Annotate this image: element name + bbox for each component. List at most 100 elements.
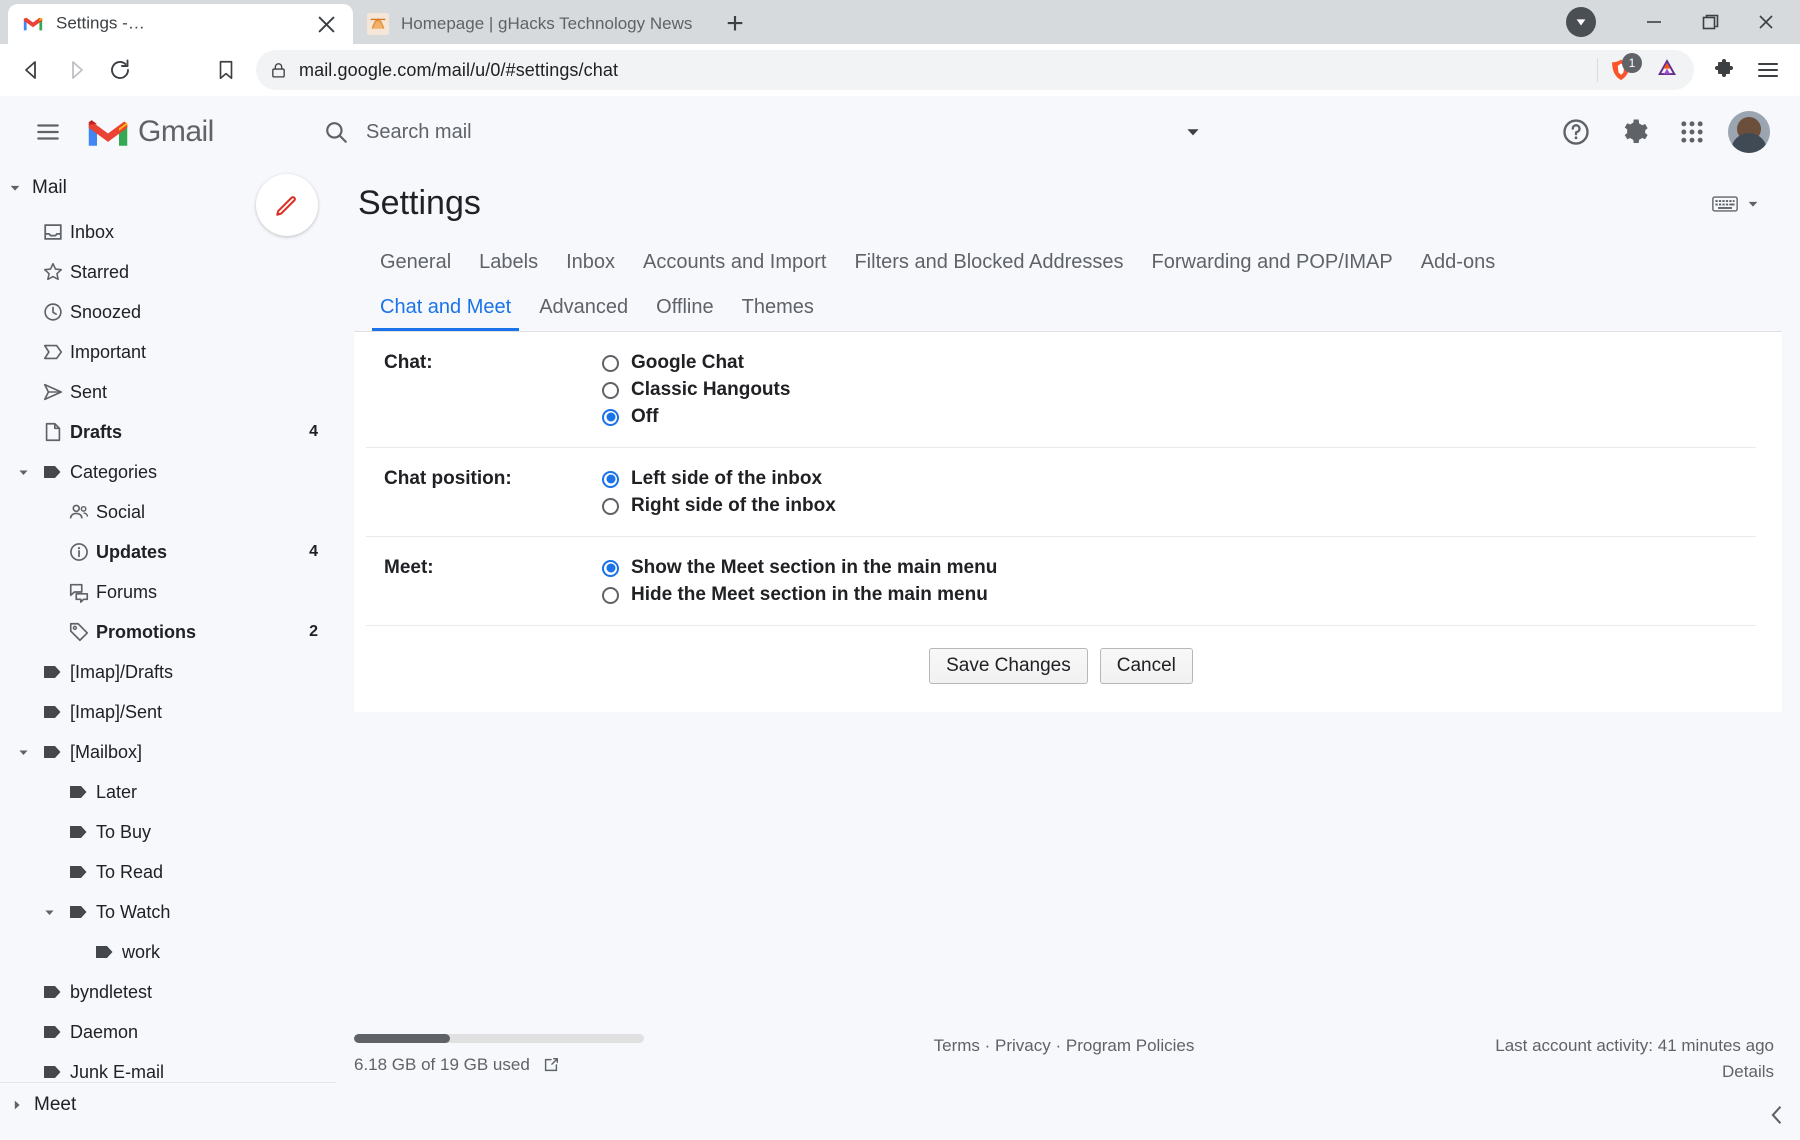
sidebar-item-imap-sent[interactable]: [Imap]/Sent	[0, 692, 336, 732]
sidebar-item-to-read[interactable]: To Read	[0, 852, 336, 892]
sidebar-item-byndletest[interactable]: byndletest	[0, 972, 336, 1012]
radio-button[interactable]	[602, 382, 619, 399]
tab-add-ons[interactable]: Add-ons	[1407, 241, 1510, 286]
tab-accounts-and-import[interactable]: Accounts and Import	[629, 241, 840, 286]
footer-link-terms[interactable]: Terms	[934, 1036, 980, 1055]
sidebar-item-imap-drafts[interactable]: [Imap]/Drafts	[0, 652, 336, 692]
sidebar-section-meet[interactable]: Meet	[0, 1082, 336, 1126]
radio-button[interactable]	[602, 498, 619, 515]
brave-rewards-icon[interactable]	[1566, 7, 1596, 37]
sidebar-item-mailbox[interactable]: [Mailbox]	[0, 732, 336, 772]
sidebar-item-starred[interactable]: Starred	[0, 252, 336, 292]
reload-icon[interactable]	[100, 50, 140, 90]
sidebar-item-social[interactable]: Social	[0, 492, 336, 532]
tab-advanced[interactable]: Advanced	[525, 286, 642, 331]
radio-button[interactable]	[602, 409, 619, 426]
chevron-down-icon[interactable]	[10, 466, 36, 479]
cancel-button[interactable]: Cancel	[1100, 648, 1193, 684]
close-icon[interactable]	[313, 11, 339, 37]
browser-menu-icon[interactable]	[1748, 50, 1788, 90]
sidebar-item-later[interactable]: Later	[0, 772, 336, 812]
back-icon[interactable]	[12, 50, 52, 90]
tab-offline[interactable]: Offline	[642, 286, 727, 331]
radio-button[interactable]	[602, 587, 619, 604]
setting-row-chat: Chat:Google ChatClassic HangoutsOff	[366, 332, 1756, 448]
search-input[interactable]: Search mail	[366, 121, 472, 144]
radio-option-chat-position-0[interactable]: Left side of the inbox	[602, 466, 1756, 492]
apps-grid-icon[interactable]	[1670, 110, 1714, 154]
browser-tab-settings[interactable]: Settings -	[8, 4, 353, 44]
address-bar[interactable]: mail.google.com/mail/u/0/#settings/chat …	[256, 50, 1694, 90]
window-maximize-button[interactable]	[1682, 0, 1738, 44]
sidebar-item-work[interactable]: work	[0, 932, 336, 972]
clock-icon	[36, 301, 70, 323]
details-link[interactable]: Details	[1444, 1062, 1774, 1082]
sidebar-nav[interactable]: Mail InboxStarredSnoozedImportantSentDra…	[0, 168, 336, 1082]
sidebar-item-label: Daemon	[70, 1022, 318, 1043]
window-minimize-button[interactable]	[1626, 0, 1682, 44]
search-options-chevron-down-icon[interactable]	[1184, 123, 1202, 141]
search-icon[interactable]	[312, 108, 360, 156]
compose-button[interactable]	[256, 174, 318, 236]
sidebar-item-to-watch[interactable]: To Watch	[0, 892, 336, 932]
bat-token-icon[interactable]	[1654, 57, 1680, 83]
radio-button[interactable]	[602, 560, 619, 577]
bookmark-icon[interactable]	[206, 50, 246, 90]
sidebar-item-to-buy[interactable]: To Buy	[0, 812, 336, 852]
gear-icon[interactable]	[1612, 110, 1656, 154]
help-icon[interactable]	[1554, 110, 1598, 154]
page-title: Settings	[358, 184, 481, 223]
main-menu-icon[interactable]	[24, 108, 72, 156]
search-bar[interactable]: Search mail	[312, 108, 1212, 156]
input-tools-selector[interactable]	[1712, 195, 1760, 213]
radio-option-meet-1[interactable]: Hide the Meet section in the main menu	[602, 582, 1756, 608]
sidebar-item-important[interactable]: Important	[0, 332, 336, 372]
chevron-down-icon[interactable]	[1746, 197, 1760, 211]
tab-inbox[interactable]: Inbox	[552, 241, 629, 286]
new-tab-button[interactable]: +	[713, 4, 757, 44]
tab-chat-and-meet[interactable]: Chat and Meet	[366, 286, 525, 331]
radio-option-meet-0[interactable]: Show the Meet section in the main menu	[602, 555, 1756, 581]
omnibox-divider	[1597, 58, 1598, 82]
chevron-down-icon[interactable]	[36, 906, 62, 919]
label-icon	[62, 820, 96, 844]
sidebar-item-drafts[interactable]: Drafts4	[0, 412, 336, 452]
radio-button[interactable]	[602, 471, 619, 488]
tab-filters-and-blocked-addresses[interactable]: Filters and Blocked Addresses	[840, 241, 1137, 286]
radio-label: Hide the Meet section in the main menu	[631, 584, 988, 606]
chevron-down-icon[interactable]	[10, 746, 36, 759]
keyboard-icon[interactable]	[1712, 195, 1738, 213]
avatar[interactable]	[1728, 111, 1770, 153]
setting-row-chat-position: Chat position:Left side of the inboxRigh…	[366, 448, 1756, 537]
sidebar-item-promotions[interactable]: Promotions2	[0, 612, 336, 652]
footer-link-privacy[interactable]: Privacy	[995, 1036, 1051, 1055]
sidebar-item-junk-e-mail[interactable]: Junk E-mail	[0, 1052, 336, 1082]
sidebar-item-forums[interactable]: Forums	[0, 572, 336, 612]
tab-themes[interactable]: Themes	[728, 286, 828, 331]
browser-tab-ghacks[interactable]: Homepage | gHacks Technology News	[353, 4, 713, 44]
tab-forwarding-and-pop-imap[interactable]: Forwarding and POP/IMAP	[1138, 241, 1407, 286]
gmail-logo[interactable]: Gmail	[86, 115, 296, 149]
tab-general[interactable]: General	[366, 241, 465, 286]
radio-option-chat-position-1[interactable]: Right side of the inbox	[602, 493, 1756, 519]
sidebar-item-categories[interactable]: Categories	[0, 452, 336, 492]
radio-option-chat-1[interactable]: Classic Hangouts	[602, 377, 1756, 403]
sidebar-item-updates[interactable]: Updates4	[0, 532, 336, 572]
radio-button[interactable]	[602, 355, 619, 372]
gmail-m-icon	[86, 115, 130, 149]
sidebar-item-snoozed[interactable]: Snoozed	[0, 292, 336, 332]
radio-option-chat-0[interactable]: Google Chat	[602, 350, 1756, 376]
radio-label: Google Chat	[631, 352, 744, 374]
radio-label: Off	[631, 406, 658, 428]
sidebar-item-sent[interactable]: Sent	[0, 372, 336, 412]
sidebar-item-daemon[interactable]: Daemon	[0, 1012, 336, 1052]
extensions-icon[interactable]	[1704, 50, 1744, 90]
brave-shields-icon[interactable]: 1	[1608, 57, 1634, 83]
chevron-left-icon[interactable]	[1766, 1104, 1788, 1126]
tab-labels[interactable]: Labels	[465, 241, 552, 286]
radio-option-chat-2[interactable]: Off	[602, 404, 1756, 430]
save-changes-button[interactable]: Save Changes	[929, 648, 1088, 684]
footer-link-program-policies[interactable]: Program Policies	[1066, 1036, 1195, 1055]
window-close-button[interactable]	[1738, 0, 1794, 44]
external-link-icon[interactable]	[542, 1056, 560, 1074]
